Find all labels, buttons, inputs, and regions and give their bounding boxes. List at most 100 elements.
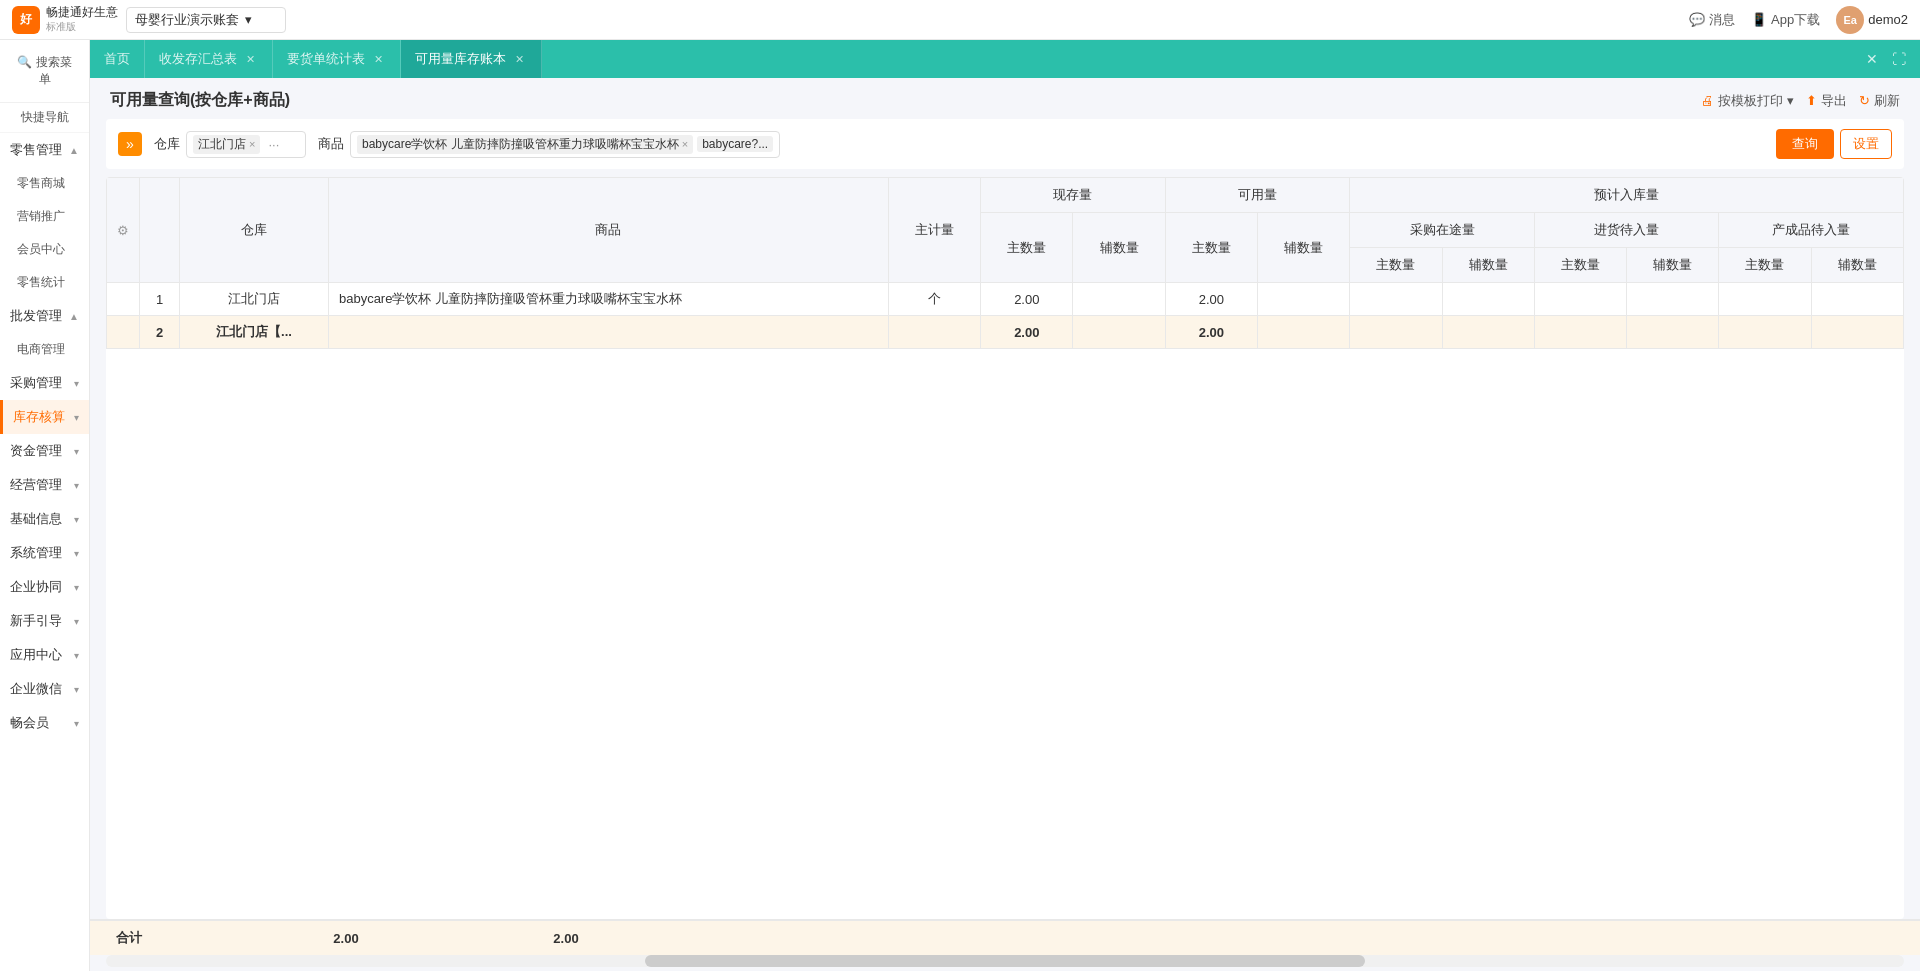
settings-button[interactable]: 设置 bbox=[1840, 129, 1892, 159]
footer-label: 合计 bbox=[106, 929, 261, 947]
print-button[interactable]: 🖨 按模板打印 ▾ bbox=[1701, 92, 1794, 110]
subtotal-available-main: 2.00 bbox=[1165, 316, 1257, 349]
td-current-aux bbox=[1073, 283, 1165, 316]
sidebar-section-finance[interactable]: 资金管理 ▾ bbox=[0, 434, 89, 468]
sidebar-section-system[interactable]: 系统管理 ▾ bbox=[0, 536, 89, 570]
sidebar-section-label-app: 应用中心 bbox=[10, 646, 62, 664]
chevron-down-icon-wholesale: ▲ bbox=[69, 311, 79, 322]
tab-home-label: 首页 bbox=[104, 50, 130, 68]
settings-icon[interactable]: ⚙ bbox=[117, 223, 129, 238]
sidebar-section-basic[interactable]: 基础信息 ▾ bbox=[0, 502, 89, 536]
subtotal-unit bbox=[888, 316, 980, 349]
sidebar-section-operations[interactable]: 经营管理 ▾ bbox=[0, 468, 89, 502]
table-row: 1 江北门店 babycare学饮杯 儿童防摔防撞吸管杯重力球吸嘴杯宝宝水杯 个… bbox=[107, 283, 1904, 316]
product-filter-tags[interactable]: babycare学饮杯 儿童防摔防撞吸管杯重力球吸嘴杯宝宝水杯 × babyca… bbox=[350, 131, 780, 158]
subtotal-num: 2 bbox=[140, 316, 180, 349]
industry-label: 母婴行业演示账套 bbox=[135, 11, 239, 29]
product-tag-close[interactable]: × bbox=[682, 138, 688, 150]
filter-expand-button[interactable]: » bbox=[118, 132, 142, 156]
sidebar-section-label-inventory: 库存核算 bbox=[13, 408, 65, 426]
top-bar-left: 好 畅捷通好生意 标准版 母婴行业演示账套 ▾ bbox=[12, 5, 286, 35]
th-purchase-aux: 辅数量 bbox=[1442, 248, 1534, 283]
th-current-group: 现存量 bbox=[981, 178, 1166, 213]
td-unit: 个 bbox=[888, 283, 980, 316]
sidebar-item-retail-stat[interactable]: 零售统计 bbox=[0, 266, 89, 299]
footer-current-main: 2.00 bbox=[261, 931, 431, 946]
page-header: 可用量查询(按仓库+商品) 🖨 按模板打印 ▾ ⬆ 导出 ↻ 刷新 bbox=[90, 78, 1920, 119]
th-production-main: 主数量 bbox=[1719, 248, 1811, 283]
footer-values: 2.00 2.00 bbox=[261, 931, 1904, 946]
app-download-action[interactable]: 📱 App下载 bbox=[1751, 11, 1820, 29]
sidebar-section-label-collab: 企业协同 bbox=[10, 578, 62, 596]
sidebar-section-member2[interactable]: 畅会员 ▾ bbox=[0, 706, 89, 740]
product-tag-babycare: babycare学饮杯 儿童防摔防撞吸管杯重力球吸嘴杯宝宝水杯 × bbox=[357, 135, 693, 154]
page-title: 可用量查询(按仓库+商品) bbox=[110, 90, 290, 111]
search-menu-button[interactable]: 🔍 搜索菜单 bbox=[8, 48, 81, 94]
sidebar-item-retail-mall[interactable]: 零售商城 bbox=[0, 167, 89, 200]
tab-recv-send[interactable]: 收发存汇总表 ✕ bbox=[145, 40, 273, 78]
horizontal-scrollbar[interactable] bbox=[106, 955, 1904, 967]
td-num: 1 bbox=[140, 283, 180, 316]
product-tag-babycare2: babycare?... bbox=[697, 136, 773, 152]
tab-order-stat-close[interactable]: ✕ bbox=[371, 52, 386, 67]
subtotal-incoming-aux bbox=[1627, 316, 1719, 349]
th-available-main: 主数量 bbox=[1165, 213, 1257, 283]
subtotal-row: 2 江北门店【... 2.00 2.00 bbox=[107, 316, 1904, 349]
sidebar-section-purchase[interactable]: 采购管理 ▾ bbox=[0, 366, 89, 400]
sidebar-section-app[interactable]: 应用中心 ▾ bbox=[0, 638, 89, 672]
footer-available-aux bbox=[611, 931, 701, 946]
message-action[interactable]: 💬 消息 bbox=[1689, 11, 1735, 29]
scroll-thumb[interactable] bbox=[645, 955, 1364, 967]
refresh-button[interactable]: ↻ 刷新 bbox=[1859, 92, 1900, 110]
sidebar-item-ecommerce[interactable]: 电商管理 bbox=[0, 333, 89, 366]
query-button[interactable]: 查询 bbox=[1776, 129, 1834, 159]
th-current-aux: 辅数量 bbox=[1073, 213, 1165, 283]
sidebar-section-label-wechat: 企业微信 bbox=[10, 680, 62, 698]
tab-available-inventory[interactable]: 可用量库存账本 ✕ bbox=[401, 40, 542, 78]
industry-selector[interactable]: 母婴行业演示账套 ▾ bbox=[126, 7, 286, 33]
warehouse-tag-close[interactable]: × bbox=[249, 138, 255, 150]
tab-order-stat-label: 要货单统计表 bbox=[287, 50, 365, 68]
sidebar-section-newbie[interactable]: 新手引导 ▾ bbox=[0, 604, 89, 638]
td-production-aux bbox=[1811, 283, 1903, 316]
chevron-down-icon-system: ▾ bbox=[74, 548, 79, 559]
footer-available-main: 2.00 bbox=[521, 931, 611, 946]
logo-sub: 标准版 bbox=[46, 20, 118, 34]
warehouse-filter-dots[interactable]: ··· bbox=[264, 137, 283, 152]
tab-order-stat[interactable]: 要货单统计表 ✕ bbox=[273, 40, 401, 78]
table-container: ⚙ 仓库 商品 主计量 现存量 可用量 预计入库量 主数量 辅数 bbox=[106, 177, 1904, 919]
td-available-main: 2.00 bbox=[1165, 283, 1257, 316]
subtotal-available-aux bbox=[1257, 316, 1349, 349]
logo-area: 好 畅捷通好生意 标准版 bbox=[12, 5, 118, 35]
export-button[interactable]: ⬆ 导出 bbox=[1806, 92, 1847, 110]
chevron-down-print-icon: ▾ bbox=[1787, 93, 1794, 108]
tab-bar-actions: ✕ ⛶ bbox=[1860, 40, 1920, 78]
tab-close-all-icon[interactable]: ✕ bbox=[1860, 47, 1884, 71]
sidebar-section-wholesale[interactable]: 批发管理 ▲ bbox=[0, 299, 89, 333]
chevron-down-icon-inventory: ▾ bbox=[74, 412, 79, 423]
tab-available-inventory-label: 可用量库存账本 bbox=[415, 50, 506, 68]
page-content: 可用量查询(按仓库+商品) 🖨 按模板打印 ▾ ⬆ 导出 ↻ 刷新 bbox=[90, 78, 1920, 971]
warehouse-filter-tags[interactable]: 江北门店 × ··· bbox=[186, 131, 306, 158]
sidebar-item-member[interactable]: 会员中心 bbox=[0, 233, 89, 266]
footer-current-aux bbox=[431, 931, 521, 946]
sidebar-section-inventory[interactable]: 库存核算 ▾ bbox=[0, 400, 89, 434]
user-area[interactable]: Ea demo2 bbox=[1836, 6, 1908, 34]
sidebar-item-quick-nav[interactable]: 快捷导航 bbox=[0, 103, 89, 133]
sidebar-section-collab[interactable]: 企业协同 ▾ bbox=[0, 570, 89, 604]
sidebar-section-wechat[interactable]: 企业微信 ▾ bbox=[0, 672, 89, 706]
tab-recv-send-close[interactable]: ✕ bbox=[243, 52, 258, 67]
user-name: demo2 bbox=[1868, 12, 1908, 27]
product-tag-text2: babycare?... bbox=[702, 137, 768, 151]
tab-home[interactable]: 首页 bbox=[90, 40, 145, 78]
warehouse-filter-group: 仓库 江北门店 × ··· bbox=[154, 131, 306, 158]
sidebar-item-marketing[interactable]: 营销推广 bbox=[0, 200, 89, 233]
chevron-up-icon: ▲ bbox=[69, 145, 79, 156]
tab-expand-icon[interactable]: ⛶ bbox=[1886, 47, 1912, 71]
sidebar: 🔍 搜索菜单 快捷导航 零售管理 ▲ 零售商城 营销推广 会员中心 零售统计 批… bbox=[0, 40, 90, 971]
sidebar-section-retail[interactable]: 零售管理 ▲ bbox=[0, 133, 89, 167]
td-product: babycare学饮杯 儿童防摔防撞吸管杯重力球吸嘴杯宝宝水杯 bbox=[328, 283, 888, 316]
tab-available-inventory-close[interactable]: ✕ bbox=[512, 52, 527, 67]
td-purchase-aux bbox=[1442, 283, 1534, 316]
chevron-down-icon-purchase: ▾ bbox=[74, 378, 79, 389]
